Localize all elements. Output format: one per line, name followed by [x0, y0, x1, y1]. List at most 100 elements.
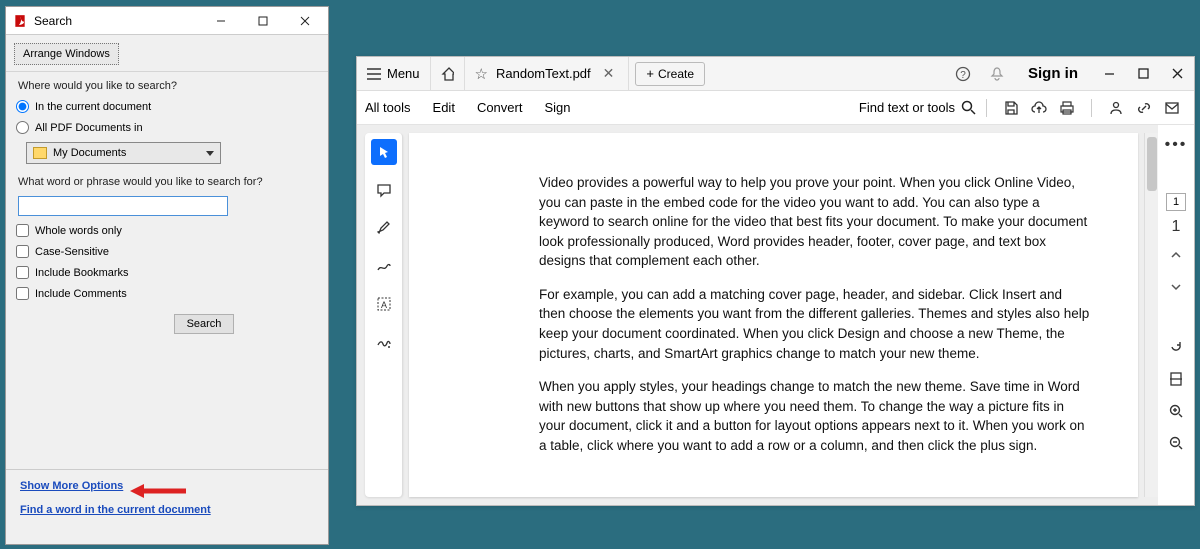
document-scrollbar[interactable] — [1144, 133, 1158, 497]
search-window: Search Arrange Windows Where would you l… — [5, 6, 329, 545]
signature-tool[interactable] — [371, 329, 397, 355]
radio-all-documents[interactable]: All PDF Documents in — [16, 121, 328, 134]
save-button[interactable] — [997, 94, 1025, 122]
more-options-button[interactable]: ••• — [1162, 133, 1190, 157]
page-up-button[interactable] — [1162, 243, 1190, 267]
annotation-arrow-icon — [130, 482, 186, 500]
folder-dropdown[interactable]: My Documents — [26, 142, 221, 164]
fit-page-button[interactable] — [1162, 367, 1190, 391]
folder-dropdown-label: My Documents — [53, 147, 126, 159]
main-titlebar: Menu ☆ RandomText.pdf ✕ + Create ? Sign … — [357, 57, 1194, 91]
search-titlebar: Search — [6, 7, 328, 35]
tab-close-button[interactable]: ✕ — [599, 65, 619, 82]
email-button[interactable] — [1158, 94, 1186, 122]
acrobat-icon — [12, 13, 28, 29]
menu-button[interactable]: Menu — [357, 57, 431, 91]
tab-title: RandomText.pdf — [496, 66, 591, 81]
svg-text:?: ? — [960, 70, 966, 81]
find-label: Find text or tools — [859, 100, 955, 115]
close-button[interactable] — [284, 7, 326, 35]
folder-icon — [33, 147, 47, 159]
search-button[interactable]: Search — [174, 314, 234, 334]
help-button[interactable]: ? — [946, 57, 980, 91]
comment-icon — [376, 182, 392, 198]
save-icon — [1003, 100, 1019, 116]
acrobat-window: Menu ☆ RandomText.pdf ✕ + Create ? Sign … — [356, 56, 1195, 506]
bell-icon — [989, 66, 1005, 82]
paragraph-1: Video provides a powerful way to help yo… — [539, 173, 1090, 271]
cloud-upload-icon — [1030, 100, 1048, 116]
share-button[interactable] — [1102, 94, 1130, 122]
convert-button[interactable]: Convert — [477, 100, 523, 115]
email-icon — [1164, 100, 1180, 116]
notifications-button[interactable] — [980, 57, 1014, 91]
show-more-options-link[interactable]: Show More Options — [20, 480, 123, 492]
select-tool[interactable] — [371, 139, 397, 165]
star-icon[interactable]: ☆ — [475, 65, 488, 83]
radio-current-input[interactable] — [16, 100, 29, 113]
search-bottom: Show More Options Find a word in the cur… — [6, 469, 328, 544]
print-icon — [1059, 100, 1075, 116]
signin-button[interactable]: Sign in — [1014, 65, 1092, 82]
search-icon — [961, 100, 976, 115]
page-current-input[interactable]: 1 — [1166, 193, 1186, 211]
right-rail: ••• 1 1 — [1158, 125, 1194, 505]
create-button[interactable]: + Create — [635, 62, 705, 86]
chevron-up-icon — [1170, 250, 1182, 260]
arrange-windows-button[interactable]: Arrange Windows — [14, 43, 119, 65]
radio-current-document[interactable]: In the current document — [16, 100, 328, 113]
radio-all-input[interactable] — [16, 121, 29, 134]
edit-button[interactable]: Edit — [433, 100, 455, 115]
check-case-sensitive[interactable]: Case-Sensitive — [16, 245, 328, 258]
check-bookmarks-input[interactable] — [16, 266, 29, 279]
more-icon: ••• — [1165, 136, 1188, 154]
maximize-button[interactable] — [242, 7, 284, 35]
check-include-comments[interactable]: Include Comments — [16, 287, 328, 300]
main-minimize-button[interactable] — [1092, 57, 1126, 91]
highlight-tool[interactable] — [371, 215, 397, 241]
check-comments-label: Include Comments — [35, 288, 127, 300]
all-tools-button[interactable]: All tools — [365, 100, 411, 115]
zoom-out-button[interactable] — [1162, 431, 1190, 455]
create-label: Create — [658, 67, 694, 81]
comment-tool[interactable] — [371, 177, 397, 203]
text-tool[interactable]: A — [371, 291, 397, 317]
check-include-bookmarks[interactable]: Include Bookmarks — [16, 266, 328, 279]
check-whole-label: Whole words only — [35, 225, 122, 237]
home-icon — [441, 66, 454, 82]
zoom-in-button[interactable] — [1162, 399, 1190, 423]
zoom-out-icon — [1168, 435, 1184, 451]
plus-icon: + — [646, 66, 654, 81]
draw-tool[interactable] — [371, 253, 397, 279]
document-tab[interactable]: ☆ RandomText.pdf ✕ — [465, 57, 630, 91]
radio-all-label: All PDF Documents in — [35, 122, 143, 134]
minimize-button[interactable] — [200, 7, 242, 35]
main-close-button[interactable] — [1160, 57, 1194, 91]
sign-button[interactable]: Sign — [544, 100, 570, 115]
zoom-in-icon — [1168, 403, 1184, 419]
paragraph-2: For example, you can add a matching cove… — [539, 285, 1090, 363]
page-total: 1 — [1162, 219, 1190, 235]
page-down-button[interactable] — [1162, 275, 1190, 299]
check-case-input[interactable] — [16, 245, 29, 258]
check-whole-words[interactable]: Whole words only — [16, 224, 328, 237]
phrase-prompt: What word or phrase would you like to se… — [6, 168, 328, 192]
find-text-button[interactable]: Find text or tools — [859, 100, 976, 115]
main-maximize-button[interactable] — [1126, 57, 1160, 91]
draw-icon — [376, 258, 392, 274]
cloud-upload-button[interactable] — [1025, 94, 1053, 122]
scrollbar-thumb[interactable] — [1147, 137, 1157, 191]
check-whole-input[interactable] — [16, 224, 29, 237]
chevron-down-icon — [1170, 282, 1182, 292]
home-button[interactable] — [431, 57, 465, 91]
find-word-link[interactable]: Find a word in the current document — [20, 504, 211, 516]
check-comments-input[interactable] — [16, 287, 29, 300]
second-toolbar: All tools Edit Convert Sign Find text or… — [357, 91, 1194, 125]
link-button[interactable] — [1130, 94, 1158, 122]
document-page[interactable]: Video provides a powerful way to help yo… — [409, 133, 1138, 497]
print-button[interactable] — [1053, 94, 1081, 122]
rotate-button[interactable] — [1162, 335, 1190, 359]
cursor-icon — [377, 145, 391, 159]
search-input[interactable] — [18, 196, 228, 216]
signature-icon — [376, 334, 392, 350]
